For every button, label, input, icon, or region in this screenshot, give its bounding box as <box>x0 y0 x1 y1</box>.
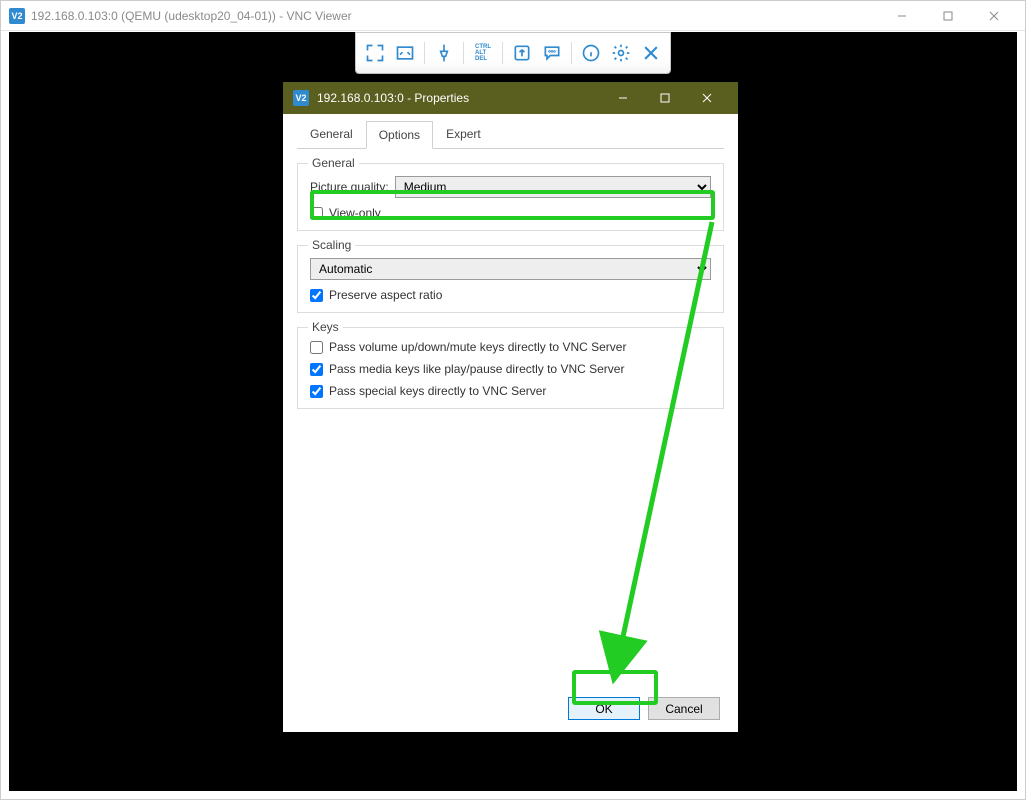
pass-special-keys-label: Pass special keys directly to VNC Server <box>329 384 546 398</box>
group-general-label: General <box>308 156 359 170</box>
preserve-aspect-checkbox[interactable] <box>310 289 323 302</box>
pass-volume-keys-checkbox[interactable] <box>310 341 323 354</box>
outer-minimize-button[interactable] <box>879 1 925 31</box>
vnc-logo-icon: V2 <box>9 8 25 24</box>
group-keys: Keys Pass volume up/down/mute keys direc… <box>297 327 724 409</box>
options-panel: General Picture quality: Medium View-onl… <box>297 148 724 688</box>
ctrl-alt-del-button[interactable]: CTRLALTDEL <box>470 40 496 66</box>
tab-general[interactable]: General <box>297 120 366 148</box>
dialog-title: 192.168.0.103:0 - Properties <box>317 91 469 105</box>
group-scaling: Scaling Automatic Preserve aspect ratio <box>297 245 724 313</box>
tab-strip: General Options Expert <box>283 114 738 148</box>
picture-quality-select[interactable]: Medium <box>395 176 711 198</box>
picture-quality-label: Picture quality: <box>310 180 389 194</box>
outer-maximize-button[interactable] <box>925 1 971 31</box>
view-only-label: View-only <box>329 206 381 220</box>
dialog-close-button[interactable] <box>686 82 728 114</box>
view-only-checkbox[interactable] <box>310 207 323 220</box>
dialog-footer: OK Cancel <box>568 697 720 720</box>
gear-icon[interactable] <box>608 40 634 66</box>
session-toolbar: CTRLALTDEL <box>355 32 671 74</box>
pass-special-keys-checkbox[interactable] <box>310 385 323 398</box>
outer-titlebar: V2 192.168.0.103:0 (QEMU (udesktop20_04-… <box>1 1 1025 31</box>
outer-close-button[interactable] <box>971 1 1017 31</box>
chat-icon[interactable] <box>539 40 565 66</box>
vnc-logo-icon: V2 <box>293 90 309 106</box>
group-scaling-label: Scaling <box>308 238 355 252</box>
dialog-titlebar[interactable]: V2 192.168.0.103:0 - Properties <box>283 82 738 114</box>
fullscreen-icon[interactable] <box>362 40 388 66</box>
tab-options[interactable]: Options <box>366 121 433 149</box>
window-mode-icon[interactable] <box>392 40 418 66</box>
dialog-minimize-button[interactable] <box>602 82 644 114</box>
info-icon[interactable] <box>578 40 604 66</box>
group-keys-label: Keys <box>308 320 343 334</box>
outer-window-title: 192.168.0.103:0 (QEMU (udesktop20_04-01)… <box>31 9 352 23</box>
file-transfer-icon[interactable] <box>509 40 535 66</box>
close-session-icon[interactable] <box>638 40 664 66</box>
ok-button[interactable]: OK <box>568 697 640 720</box>
scaling-select[interactable]: Automatic <box>310 258 711 280</box>
preserve-aspect-label: Preserve aspect ratio <box>329 288 442 302</box>
pin-icon[interactable] <box>431 40 457 66</box>
dialog-maximize-button[interactable] <box>644 82 686 114</box>
pass-media-keys-label: Pass media keys like play/pause directly… <box>329 362 624 376</box>
properties-dialog: V2 192.168.0.103:0 - Properties General … <box>283 82 738 732</box>
pass-volume-keys-label: Pass volume up/down/mute keys directly t… <box>329 340 626 354</box>
group-general: General Picture quality: Medium View-onl… <box>297 163 724 231</box>
pass-media-keys-checkbox[interactable] <box>310 363 323 376</box>
cancel-button[interactable]: Cancel <box>648 697 720 720</box>
tab-expert[interactable]: Expert <box>433 120 494 148</box>
